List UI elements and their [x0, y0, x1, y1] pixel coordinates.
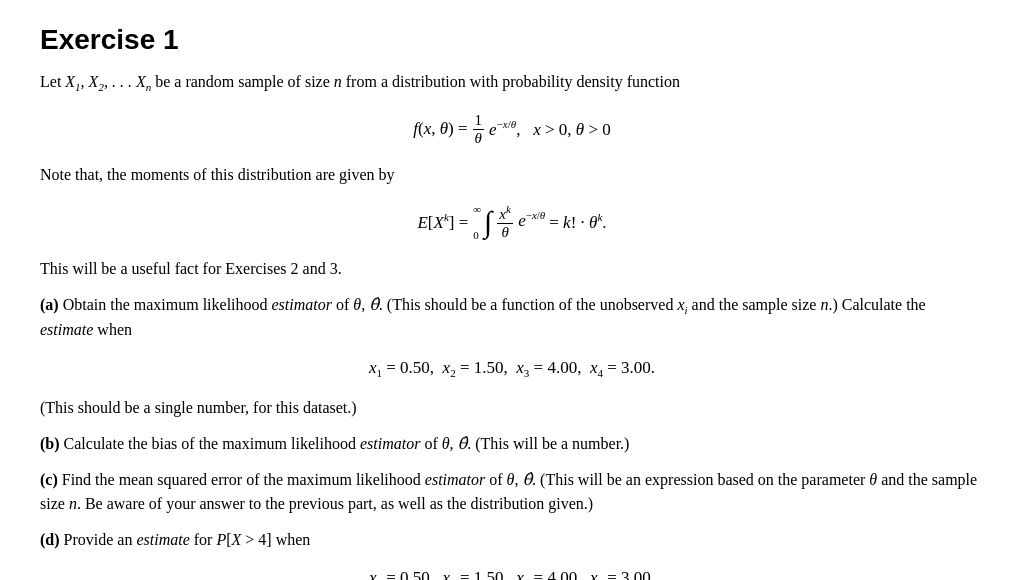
page-title: Exercise 1 — [40, 24, 984, 56]
part-d-label: (d) — [40, 531, 60, 548]
intro-paragraph: Let X1, X2, . . . Xn be a random sample … — [40, 70, 984, 96]
part-a-text: Obtain the maximum likelihood estimator … — [63, 296, 926, 313]
part-c-text: Find the mean squared error of the maxim… — [62, 471, 977, 488]
part-b-label: (b) — [40, 435, 60, 452]
part-c-paragraph: (c) Find the mean squared error of the m… — [40, 468, 984, 516]
part-a-estimate-label: estimate — [40, 321, 93, 338]
part-a-paragraph: (a) Obtain the maximum likelihood estima… — [40, 293, 984, 343]
part-c-label: (c) — [40, 471, 58, 488]
part-c-text-cont: size n. Be aware of your answer to the p… — [40, 495, 593, 512]
pdf-equation: f(x, θ) = 1 θ e−x/θ, x > 0, θ > 0 — [40, 112, 984, 147]
data-equation-2: x1 = 0.50, x2 = 1.50, x3 = 4.00, x4 = 3.… — [40, 568, 984, 580]
data-values-1: x1 = 0.50, x2 = 1.50, x3 = 4.00, x4 = 3.… — [369, 358, 655, 379]
intro-text: Let X1, X2, . . . Xn be a random sample … — [40, 73, 680, 90]
part-a-note-text: (This should be a single number, for thi… — [40, 399, 357, 416]
part-a-note-paragraph: (This should be a single number, for thi… — [40, 396, 984, 420]
useful-fact-text: This will be a useful fact for Exercises… — [40, 260, 342, 277]
data-values-2: x1 = 0.50, x2 = 1.50, x3 = 4.00, x4 = 3.… — [369, 568, 655, 580]
part-d-paragraph: (d) Provide an estimate for P[X > 4] whe… — [40, 528, 984, 552]
useful-fact-paragraph: This will be a useful fact for Exercises… — [40, 257, 984, 281]
part-b-paragraph: (b) Calculate the bias of the maximum li… — [40, 432, 984, 456]
part-b-text: Calculate the bias of the maximum likeli… — [64, 435, 630, 452]
moments-intro-text: Note that, the moments of this distribut… — [40, 166, 395, 183]
part-a-when-text: when — [97, 321, 132, 338]
moments-equation: E[Xk] = ∞ 0 ∫ xk θ e−x/θ = k! · θk. — [40, 203, 984, 241]
data-equation-1: x1 = 0.50, x2 = 1.50, x3 = 4.00, x4 = 3.… — [40, 358, 984, 379]
part-d-text: Provide an estimate for P[X > 4] when — [64, 531, 311, 548]
part-a-label: (a) — [40, 296, 59, 313]
moments-intro-paragraph: Note that, the moments of this distribut… — [40, 163, 984, 187]
